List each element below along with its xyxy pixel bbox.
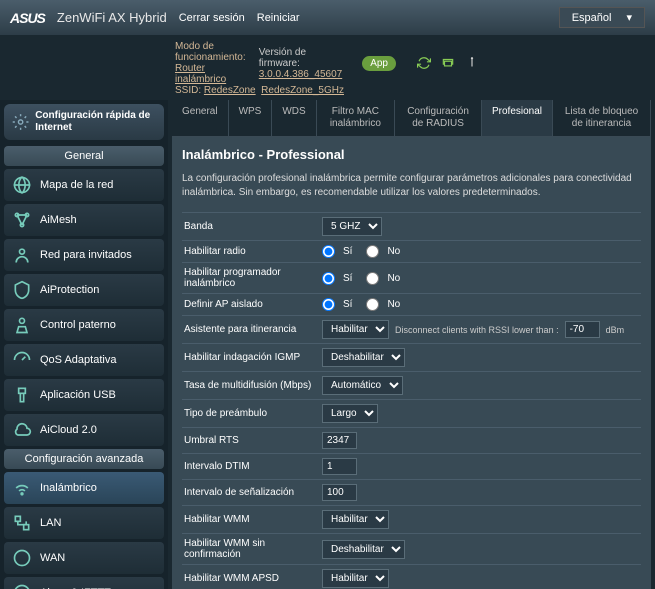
content: GeneralWPSWDSFiltro MAC inalámbricoConfi…	[168, 100, 655, 589]
language-select[interactable]: Español▾	[559, 7, 645, 28]
quick-setup-button[interactable]: Configuración rápida de Internet	[4, 104, 164, 140]
label-sched: Habilitar programador inalámbrico	[182, 267, 322, 289]
label-beacon: Intervalo de señalización	[182, 487, 322, 498]
usb-icon	[12, 385, 32, 405]
label-roam: Asistente para itinerancia	[182, 324, 322, 335]
nav-control-paterno[interactable]: Control paterno	[4, 309, 164, 341]
tab-general[interactable]: General	[172, 100, 229, 136]
app-badge[interactable]: App	[362, 56, 396, 71]
tab-profesional[interactable]: Profesional	[482, 100, 553, 136]
topbar: ASUS ZenWiFi AX Hybrid Cerrar sesión Rei…	[0, 0, 655, 35]
label-rts: Umbral RTS	[182, 435, 322, 446]
reload-icon[interactable]	[416, 55, 432, 71]
tab-wds[interactable]: WDS	[272, 100, 316, 136]
rssi-input[interactable]	[565, 321, 600, 338]
nav-red-para-invitados[interactable]: Red para invitados	[4, 239, 164, 271]
apiso-yes[interactable]	[322, 298, 335, 311]
label-banda: Banda	[182, 221, 322, 232]
label-wmmapsd: Habilitar WMM APSD	[182, 573, 322, 584]
nav-aplicación-usb[interactable]: Aplicación USB	[4, 379, 164, 411]
label-wmm: Habilitar WMM	[182, 514, 322, 525]
lan-icon	[12, 513, 32, 533]
shield-icon	[12, 280, 32, 300]
label-igmp: Habilitar indagación IGMP	[182, 352, 322, 363]
logout-button[interactable]: Cerrar sesión	[179, 12, 245, 24]
firmware-link[interactable]: 3.0.0.4.386_45607	[259, 69, 342, 80]
gear-icon	[12, 111, 29, 133]
label-radio: Habilitar radio	[182, 246, 322, 257]
map-icon	[12, 175, 32, 195]
ssid1-link[interactable]: RedesZone	[204, 85, 256, 96]
label-pream: Tipo de preámbulo	[182, 408, 322, 419]
wmm-select[interactable]: Habilitar	[322, 510, 389, 529]
tab-configuración-de-radius[interactable]: Configuración de RADIUS	[395, 100, 482, 136]
label-dtim: Intervalo DTIM	[182, 461, 322, 472]
radio-no[interactable]	[366, 245, 379, 258]
chevron-down-icon: ▾	[626, 12, 632, 24]
nav-aimesh[interactable]: AiMesh	[4, 204, 164, 236]
printer-icon[interactable]	[440, 55, 456, 71]
wifi-icon	[12, 478, 32, 498]
section-general: General	[4, 146, 164, 166]
tab-filtro-mac-inalámbrico[interactable]: Filtro MAC inalámbrico	[317, 100, 395, 136]
usb-icon[interactable]	[464, 55, 480, 71]
sched-no[interactable]	[366, 272, 379, 285]
nav-wan[interactable]: WAN	[4, 542, 164, 574]
parent-icon	[12, 315, 32, 335]
alexa-icon	[12, 583, 32, 589]
label-apiso: Definir AP aislado	[182, 299, 322, 310]
tab-wps[interactable]: WPS	[229, 100, 273, 136]
label-wmmna: Habilitar WMM sin confirmación	[182, 538, 322, 560]
rts-input[interactable]	[322, 432, 357, 449]
mode-link[interactable]: Router inalámbrico	[175, 63, 226, 85]
nav-alexa-ifttt[interactable]: Alexa & IFTTT	[4, 577, 164, 589]
dtim-input[interactable]	[322, 458, 357, 475]
wan-icon	[12, 548, 32, 568]
beacon-input[interactable]	[322, 484, 357, 501]
mcast-select[interactable]: Automático	[322, 376, 403, 395]
wmmna-select[interactable]: Deshabilitar	[322, 540, 405, 559]
roam-select[interactable]: Habilitar	[322, 320, 389, 339]
section-advanced: Configuración avanzada	[4, 449, 164, 469]
radio-yes[interactable]	[322, 245, 335, 258]
band-select[interactable]: 5 GHZ	[322, 217, 382, 236]
tab-lista-de-bloqueo-de-itinerancia[interactable]: Lista de bloqueo de itinerancia	[553, 100, 651, 136]
reboot-button[interactable]: Reiniciar	[257, 12, 300, 24]
qos-icon	[12, 350, 32, 370]
cloud-icon	[12, 420, 32, 440]
pream-select[interactable]: Largo	[322, 404, 378, 423]
panel-desc: La configuración profesional inalámbrica…	[182, 172, 641, 200]
info-bar: Modo de funcionamiento: Router inalámbri…	[0, 35, 655, 100]
nav-inalámbrico[interactable]: Inalámbrico	[4, 472, 164, 504]
igmp-select[interactable]: Deshabilitar	[322, 348, 405, 367]
nav-lan[interactable]: LAN	[4, 507, 164, 539]
ssid2-link[interactable]: RedesZone_5GHz	[261, 85, 344, 96]
model-name: ZenWiFi AX Hybrid	[57, 10, 167, 25]
sched-yes[interactable]	[322, 272, 335, 285]
nav-qos-adaptativa[interactable]: QoS Adaptativa	[4, 344, 164, 376]
tabs: GeneralWPSWDSFiltro MAC inalámbricoConfi…	[172, 100, 651, 137]
guest-icon	[12, 245, 32, 265]
nav-aicloud-2.0[interactable]: AiCloud 2.0	[4, 414, 164, 446]
panel: Inalámbrico - Professional La configurac…	[172, 137, 651, 589]
sidebar: Configuración rápida de Internet General…	[0, 100, 168, 589]
mesh-icon	[12, 210, 32, 230]
wmmapsd-select[interactable]: Habilitar	[322, 569, 389, 588]
label-mcast: Tasa de multidifusión (Mbps)	[182, 380, 322, 391]
brand-logo: ASUS	[10, 10, 45, 26]
nav-mapa-de-la-red[interactable]: Mapa de la red	[4, 169, 164, 201]
panel-title: Inalámbrico - Professional	[182, 147, 641, 162]
apiso-no[interactable]	[366, 298, 379, 311]
nav-aiprotection[interactable]: AiProtection	[4, 274, 164, 306]
